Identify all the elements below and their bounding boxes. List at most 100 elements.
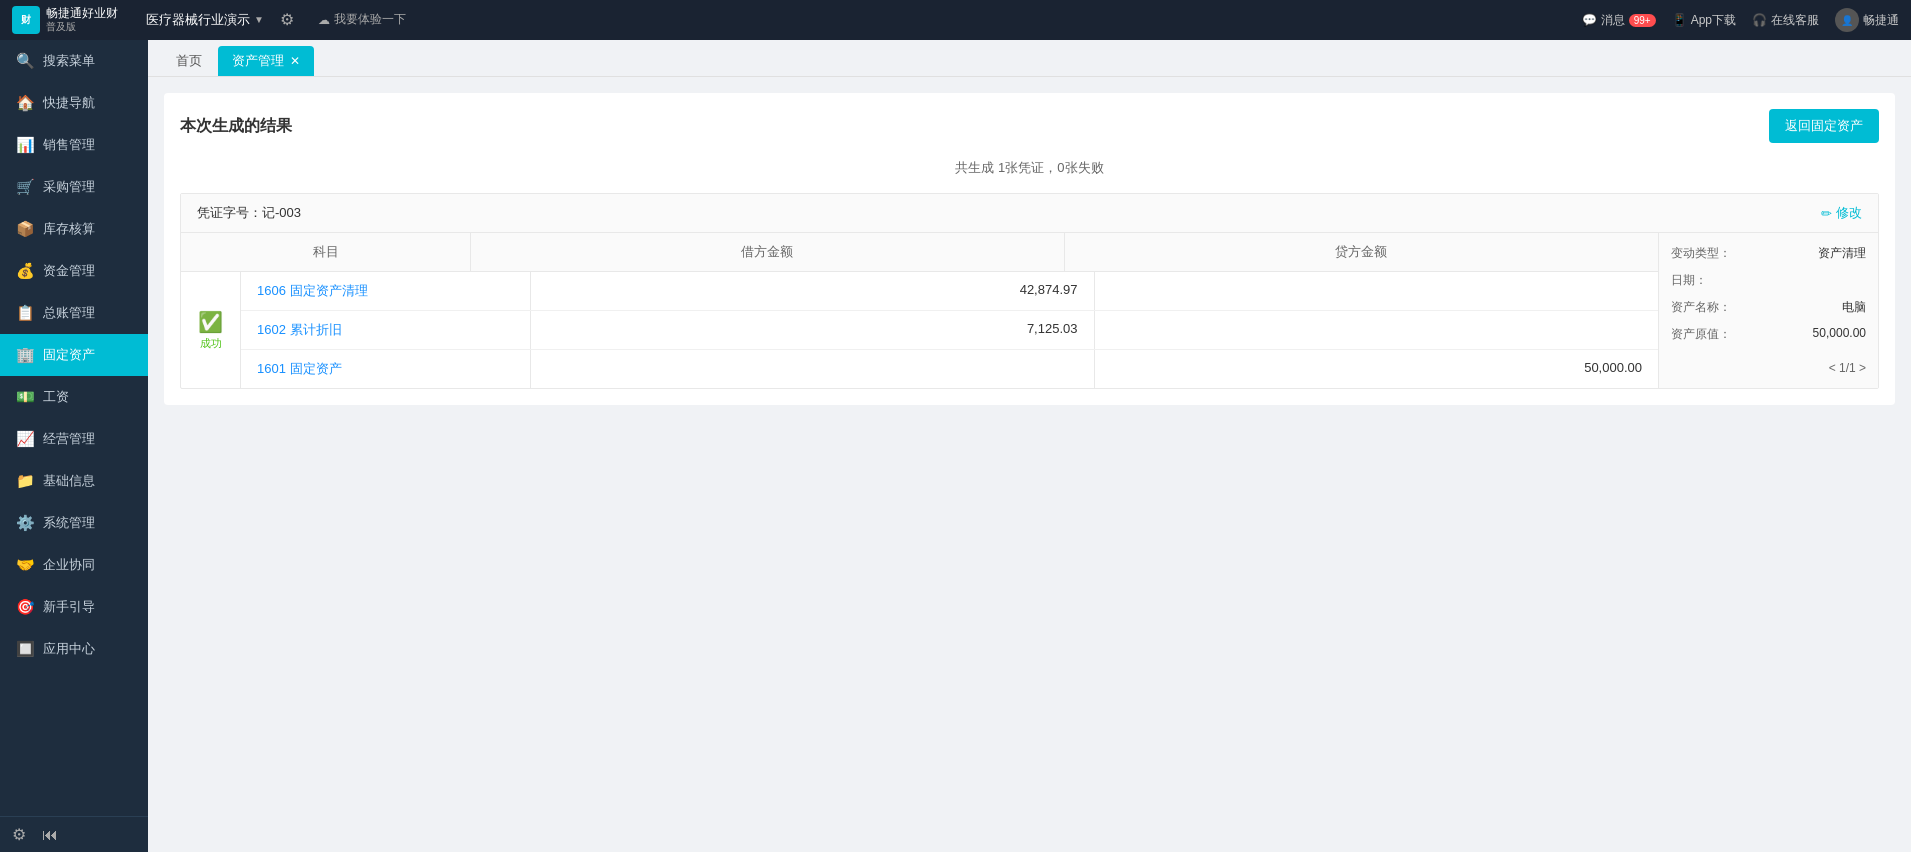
sidebar-label-ledger: 总账管理 xyxy=(43,304,95,322)
sidebar-label-basicinfo: 基础信息 xyxy=(43,472,95,490)
col-header-debit: 借方金额 xyxy=(471,233,1065,271)
operation-icon: 📈 xyxy=(16,430,35,448)
chevron-down-icon: ▼ xyxy=(254,14,264,25)
logo-area: 财 畅捷通好业财 普及版 xyxy=(12,6,118,34)
sidebar-item-funds[interactable]: 💰资金管理 xyxy=(0,250,148,292)
top-bar-left: 财 畅捷通好业财 普及版 医疗器械行业演示 ▼ ⚙ ☁ 我要体验一下 xyxy=(12,6,406,34)
sidebar-item-payroll[interactable]: 💵 工资 xyxy=(0,376,148,418)
col-header-credit: 贷方金额 xyxy=(1065,233,1659,271)
online-service-label: 在线客服 xyxy=(1771,12,1819,29)
settings-icon[interactable]: ⚙ xyxy=(280,10,294,29)
sidebar-label-inventory: 库存核算 xyxy=(43,220,95,238)
inventory-icon: 📦 xyxy=(16,220,35,238)
main-layout: 🔍搜索菜单 🏠 快捷导航 📊销售管理 🛒 采购管理 📦 库存核算 💰资金管理📋总账管理🏢固定资产… xyxy=(0,40,1911,852)
result-summary: 共生成 1张凭证，0张失败 xyxy=(180,159,1879,177)
pagination[interactable]: < 1/1 > xyxy=(1671,353,1866,375)
sidebar-item-search[interactable]: 🔍搜索菜单 xyxy=(0,40,148,82)
debit-cell: 7,125.03 xyxy=(531,311,1095,349)
payroll-icon: 💵 xyxy=(16,388,35,406)
message-button[interactable]: 💬 消息 99+ xyxy=(1582,12,1656,29)
sidebar-item-basicinfo[interactable]: 📁 基础信息 xyxy=(0,460,148,502)
asset-name-value: 电脑 xyxy=(1842,299,1866,316)
app-name: 畅捷通好业财 xyxy=(46,6,118,20)
edit-button[interactable]: ✏ 修改 xyxy=(1821,204,1862,222)
sidebar-label-purchase: 采购管理 xyxy=(43,178,95,196)
collapse-icon[interactable]: ⏮ xyxy=(42,826,58,844)
sidebar-label-appcenter: 应用中心 xyxy=(43,640,95,658)
col-header-subject: 科目 xyxy=(181,233,471,271)
change-type-value: 资产清理 xyxy=(1818,245,1866,262)
sidebar-item-ledger[interactable]: 📋总账管理 xyxy=(0,292,148,334)
basicinfo-icon: 📁 xyxy=(16,472,35,490)
service-icon: 🎧 xyxy=(1752,13,1767,27)
credit-cell xyxy=(1095,311,1659,349)
account-cell: 1606 固定资产清理 xyxy=(241,272,531,310)
message-label: 消息 xyxy=(1601,12,1625,29)
voucher-header: 凭证字号：记-003 ✏ 修改 xyxy=(181,194,1878,233)
newguide-icon: 🎯 xyxy=(16,598,35,616)
user-area[interactable]: 👤 畅捷通 xyxy=(1835,8,1899,32)
tab-home[interactable]: 首页 xyxy=(164,46,214,76)
sidebar-item-purchase[interactable]: 🛒 采购管理 xyxy=(0,166,148,208)
edit-label: 修改 xyxy=(1836,204,1862,222)
sidebar-item-sales[interactable]: 📊销售管理 xyxy=(0,124,148,166)
avatar: 👤 xyxy=(1835,8,1859,32)
sidebar-item-quicknav[interactable]: 🏠 快捷导航 xyxy=(0,82,148,124)
sidebar-item-inventory[interactable]: 📦 库存核算 xyxy=(0,208,148,250)
app-edition: 普及版 xyxy=(46,20,118,34)
sysmanage-icon: ⚙️ xyxy=(16,514,35,532)
voucher-number: 凭证字号：记-003 xyxy=(197,204,301,222)
sidebar: 🔍搜索菜单 🏠 快捷导航 📊销售管理 🛒 采购管理 📦 库存核算 💰资金管理📋总账管理🏢固定资产… xyxy=(0,40,148,852)
app-download-button[interactable]: 📱 App下载 xyxy=(1672,12,1736,29)
success-text: 成功 xyxy=(200,336,222,351)
logo-icon: 财 xyxy=(12,6,40,34)
tab-asset-management[interactable]: 资产管理 ✕ xyxy=(218,46,314,76)
sidebar-label-enterprise: 企业协同 xyxy=(43,556,95,574)
sidebar-item-enterprise[interactable]: 🤝企业协同 xyxy=(0,544,148,586)
content-area: 首页 资产管理 ✕ ✕ ⛶ 本次生成的结果 返回固定资产 共生成 1张凭证，0张… xyxy=(148,40,1911,852)
table-row: 1602 累计折旧 7,125.03 xyxy=(241,311,1658,350)
company-selector[interactable]: 医疗器械行业演示 ▼ xyxy=(146,11,264,29)
message-badge: 99+ xyxy=(1629,14,1656,27)
result-header: 本次生成的结果 返回固定资产 xyxy=(180,109,1879,143)
debit-cell: 42,874.97 xyxy=(531,272,1095,310)
sidebar-label-funds: 资金管理 xyxy=(43,262,95,280)
cloud-icon: ☁ xyxy=(318,13,330,27)
experience-label: 我要体验一下 xyxy=(334,11,406,28)
app-download-label: App下载 xyxy=(1691,12,1736,29)
sidebar-item-sysmanage[interactable]: ⚙️系统管理 xyxy=(0,502,148,544)
table-row: 1601 固定资产 50,000.00 xyxy=(241,350,1658,388)
tab-close-icon[interactable]: ✕ xyxy=(290,54,300,68)
date-label: 日期： xyxy=(1671,272,1707,289)
tab-bar: 首页 资产管理 ✕ xyxy=(148,40,1911,77)
company-name: 医疗器械行业演示 xyxy=(146,11,250,29)
table-row: 1606 固定资产清理 42,874.97 xyxy=(241,272,1658,311)
sidebar-label-sales: 销售管理 xyxy=(43,136,95,154)
asset-original-row: 资产原值： 50,000.00 xyxy=(1671,326,1866,343)
sidebar-item-fixedassets[interactable]: 🏢固定资产 xyxy=(0,334,148,376)
sidebar-footer: ⚙ ⏮ xyxy=(0,816,148,852)
voucher-section: 凭证字号：记-003 ✏ 修改 科目 借方金额 xyxy=(180,193,1879,389)
experience-button[interactable]: ☁ 我要体验一下 xyxy=(318,11,406,28)
sidebar-item-appcenter[interactable]: 🔲应用中心 xyxy=(0,628,148,670)
asset-name-row: 资产名称： 电脑 xyxy=(1671,299,1866,316)
sidebar-label-payroll: 工资 xyxy=(43,388,69,406)
sidebar-label-quicknav: 快捷导航 xyxy=(43,94,95,112)
asset-original-value: 50,000.00 xyxy=(1813,326,1866,343)
edit-icon: ✏ xyxy=(1821,206,1832,221)
settings-footer-icon[interactable]: ⚙ xyxy=(12,825,26,844)
status-cell: ✅ 成功 xyxy=(181,272,241,388)
sidebar-item-operation[interactable]: 📈经营管理 xyxy=(0,418,148,460)
logo-text-group: 畅捷通好业财 普及版 xyxy=(46,6,118,34)
page-title: 本次生成的结果 xyxy=(180,116,292,137)
return-button[interactable]: 返回固定资产 xyxy=(1769,109,1879,143)
purchase-icon: 🛒 xyxy=(16,178,35,196)
online-service-button[interactable]: 🎧 在线客服 xyxy=(1752,12,1819,29)
debit-cell xyxy=(531,350,1095,388)
date-row: 日期： xyxy=(1671,272,1866,289)
quicknav-icon: 🏠 xyxy=(16,94,35,112)
table-rows: 1606 固定资产清理 42,874.97 1602 累计折旧 7,125.03… xyxy=(241,272,1658,388)
table-header: 科目 借方金额 贷方金额 xyxy=(181,233,1658,272)
sidebar-item-newguide[interactable]: 🎯新手引导 xyxy=(0,586,148,628)
voucher-body: 科目 借方金额 贷方金额 ✅ 成功 xyxy=(181,233,1878,388)
